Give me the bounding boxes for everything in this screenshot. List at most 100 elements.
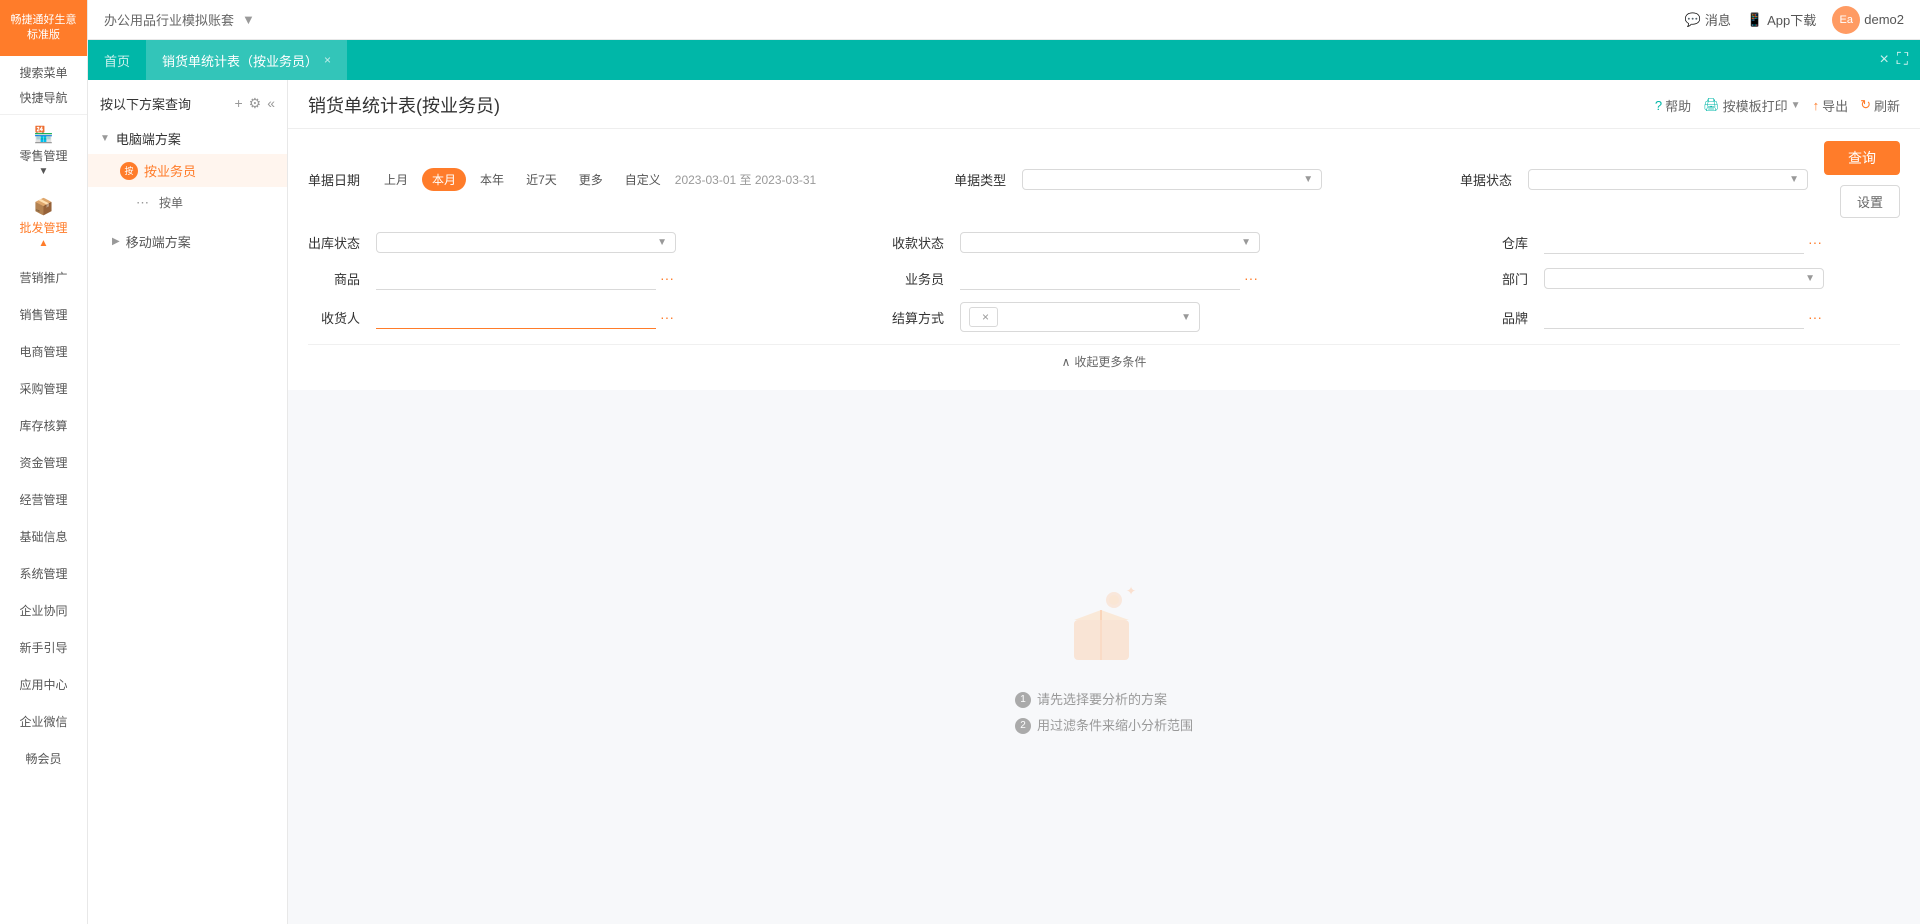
consignee-label: 收货人 [308,308,360,327]
message-icon: 💬 [1685,12,1701,28]
print-button[interactable]: 🖨 按模板打印 ▼ [1703,96,1800,115]
sidebar-item-wechat[interactable]: 企业微信 [0,703,87,740]
sidebar-item-sales[interactable]: 销售管理 [0,296,87,333]
settings-button[interactable]: 设置 [1840,185,1900,218]
left-panel: 按以下方案查询 + ⚙ « ▼ 电脑端方案 按 按业务员 ⋯ 按单 [88,80,288,924]
mobile-section-header[interactable]: ▶ 移动端方案 [88,226,287,257]
username-label: demo2 [1864,12,1904,27]
consignee-field: ··· [376,305,676,329]
refresh-button[interactable]: ↻ 刷新 [1860,96,1900,115]
sidebar-item-label: 销售管理 [19,306,67,323]
help-label: 帮助 [1665,96,1691,115]
custom-date-btn[interactable]: 自定义 [617,168,669,191]
settlement-label: 结算方式 [892,308,944,327]
messages-button[interactable]: 💬 消息 [1685,10,1731,29]
warehouse-input[interactable] [1544,230,1804,254]
app-download-button[interactable]: 📱 App下载 [1747,10,1816,29]
tab-sales-stats[interactable]: 销货单统计表（按业务员） × [146,40,347,80]
empty-hint-1: 1 请先选择要分析的方案 [1015,687,1193,713]
scheme-by-salesperson[interactable]: 按 按业务员 [88,154,287,187]
department-select[interactable]: ▼ [1544,268,1824,289]
settings-scheme-icon[interactable]: ⚙ [249,95,262,112]
sidebar-item-appstore[interactable]: 应用中心 [0,666,87,703]
date-range-display: 2023-03-01 至 2023-03-31 [675,171,816,188]
empty-dot-1: 1 [1015,692,1031,708]
page-title-actions: ? 帮助 🖨 按模板打印 ▼ ↑ 导出 ↻ 刷新 [1655,96,1900,115]
salesperson-scheme-icon: 按 [120,162,138,180]
doc-type-select[interactable]: ▼ [1022,169,1322,190]
sidebar-shortcut[interactable]: 快捷导航 [0,85,87,115]
filter-row-4: 收货人 ··· 结算方式 × ▼ [308,302,1900,332]
brand-dots[interactable]: ··· [1808,309,1822,325]
tab-home[interactable]: 首页 [88,40,146,80]
this-year-btn[interactable]: 本年 [472,168,512,191]
wholesale-icon: 📦 [34,197,54,217]
sidebar-search-menu[interactable]: 搜索菜单 [0,56,87,85]
stock-status-select[interactable]: ▼ [376,232,676,253]
sidebar-item-inventory[interactable]: 库存核算 [0,407,87,444]
filter-row-3: 商品 ··· 业务员 ··· 部门 ▼ [308,266,1900,290]
department-arrow: ▼ [1805,273,1815,284]
last-month-btn[interactable]: 上月 [376,168,416,191]
goods-dots[interactable]: ··· [660,270,674,286]
sidebar-item-marketing[interactable]: 营销推广 [0,259,87,296]
sidebar-item-ecommerce[interactable]: 电商管理 [0,333,87,370]
sidebar-item-label: 应用中心 [19,676,67,693]
consignee-input[interactable] [376,305,656,329]
settlement-select[interactable]: × ▼ [960,302,1200,332]
sidebar-item-finance[interactable]: 资金管理 [0,444,87,481]
goods-input[interactable] [376,266,656,290]
stock-status-label: 出库状态 [308,233,360,252]
collapse-button[interactable]: ∧ 收起更多条件 [1062,353,1147,370]
warehouse-field: ··· [1544,230,1824,254]
sidebar-item-system[interactable]: 系统管理 [0,555,87,592]
warehouse-dots[interactable]: ··· [1808,234,1822,250]
print-dropdown-arrow[interactable]: ▼ [1791,100,1801,111]
desktop-section-header[interactable]: ▼ 电脑端方案 [88,123,287,154]
scheme-by-order[interactable]: ⋯ 按单 [88,187,287,218]
salesperson-dots[interactable]: ··· [1244,270,1258,286]
empty-box-svg: ✦ [1054,575,1154,675]
company-menu[interactable]: 办公用品行业模拟账套 [104,10,234,29]
settlement-tag-close[interactable]: × [982,310,989,324]
sidebar-item-wholesale[interactable]: 📦 批发管理 ▲ [0,187,87,259]
sidebar-item-operations[interactable]: 经营管理 [0,481,87,518]
sidebar-item-base[interactable]: 基础信息 [0,518,87,555]
sidebar-item-collab[interactable]: 企业协同 [0,592,87,629]
brand-input[interactable] [1544,305,1804,329]
left-panel-header-actions: + ⚙ « [234,95,275,112]
add-scheme-icon[interactable]: + [234,95,242,112]
top-header-left: 办公用品行业模拟账套 ▼ [104,10,255,29]
export-button[interactable]: ↑ 导出 [1813,96,1849,115]
messages-label: 消息 [1705,10,1731,29]
help-button[interactable]: ? 帮助 [1655,96,1691,115]
doc-status-select[interactable]: ▼ [1528,169,1808,190]
tab-close-window-icon[interactable]: × [1879,51,1888,69]
sidebar-item-retail[interactable]: 🏪 零售管理 ▼ [0,115,87,187]
company-menu-dropdown-icon[interactable]: ▼ [242,12,255,27]
empty-hint-2: 2 用过滤条件来缩小分析范围 [1015,713,1193,739]
sidebar-item-label: 新手引导 [19,639,67,656]
query-button[interactable]: 查询 [1824,141,1900,175]
user-menu[interactable]: Ea demo2 [1832,6,1904,34]
filter-row-1: 单据日期 上月 本月 本年 近7天 更多 自定义 2023-03-01 至 20… [308,141,1900,218]
collapse-panel-icon[interactable]: « [267,95,275,112]
sidebar-item-member[interactable]: 畅会员 [0,740,87,777]
consignee-dots[interactable]: ··· [660,309,674,325]
sidebar-item-guide[interactable]: 新手引导 [0,629,87,666]
export-label: 导出 [1822,96,1848,115]
this-month-btn[interactable]: 本月 [422,168,466,191]
sidebar: 畅捷通好生意 标准版 搜索菜单 快捷导航 🏪 零售管理 ▼ 📦 批发管理 ▲ 营… [0,0,88,924]
sidebar-item-label: 系统管理 [19,565,67,582]
last7-btn[interactable]: 近7天 [518,168,565,191]
payment-status-select[interactable]: ▼ [960,232,1260,253]
tab-maximize-icon[interactable]: ⛶ [1897,51,1908,69]
filter-row-2: 出库状态 ▼ 收款状态 ▼ 仓库 ··· [308,230,1900,254]
sidebar-item-purchase[interactable]: 采购管理 [0,370,87,407]
sidebar-item-label: 批发管理 [19,219,67,236]
tab-close-icon[interactable]: × [324,53,331,67]
more-date-btn[interactable]: 更多 [571,168,611,191]
page-container: 按以下方案查询 + ⚙ « ▼ 电脑端方案 按 按业务员 ⋯ 按单 [88,80,1920,924]
top-header: 办公用品行业模拟账套 ▼ 💬 消息 📱 App下载 Ea demo2 [88,0,1920,40]
salesperson-input[interactable] [960,266,1240,290]
